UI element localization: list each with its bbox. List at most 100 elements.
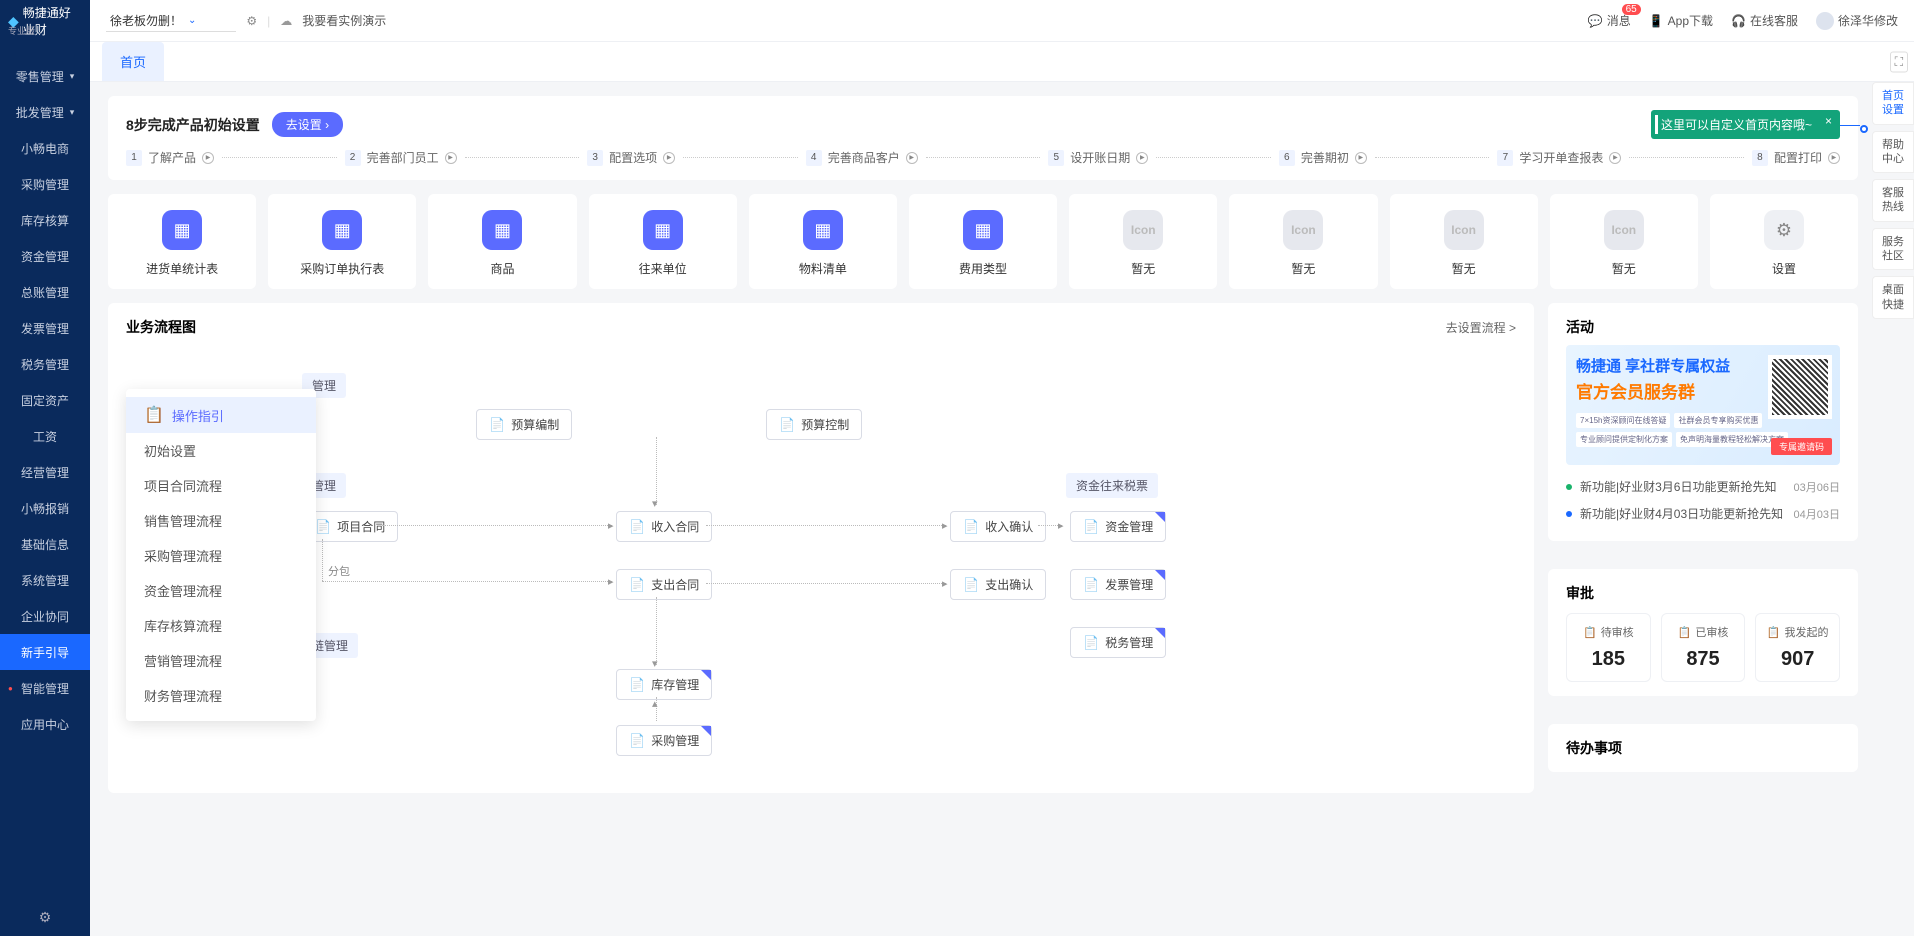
approval-stat[interactable]: 📋已审核875 [1661,613,1746,682]
approval-stat[interactable]: 📋待审核185 [1566,613,1651,682]
setup-step[interactable]: 6完善期初▶ [1279,149,1367,166]
app-download-button[interactable]: 📱 App下载 [1649,12,1713,29]
section-tag: 资金往来税票 [1066,473,1158,498]
sidebar-item[interactable]: 批发管理 [0,94,90,130]
sidebar-item[interactable]: 发票管理 [0,310,90,346]
quick-card[interactable]: ⚙设置 [1710,194,1858,289]
demo-link[interactable]: 我要看实例演示 [302,12,386,29]
sidebar-gear-icon[interactable]: ⚙ [0,909,90,926]
sidebar-item[interactable]: 采购管理 [0,166,90,202]
doc-icon: 📄 [629,577,645,593]
tab-bar: 首页 ⛶ [90,42,1914,82]
quick-card[interactable]: ▦进货单统计表 [108,194,256,289]
doc-icon: 📄 [629,733,645,749]
sidebar-item[interactable]: 小畅电商 [0,130,90,166]
go-setup-button[interactable]: 去设置 › [272,112,343,137]
guide-item[interactable]: 采购管理流程 [126,538,316,573]
doc-icon: 📄 [963,577,979,593]
play-icon: ▶ [1828,152,1840,164]
setup-step[interactable]: 4完善商品客户▶ [806,149,918,166]
sidebar-item[interactable]: 总账管理 [0,274,90,310]
sidebar-item[interactable]: 系统管理 [0,562,90,598]
node-purchase[interactable]: 📄采购管理 [616,725,712,756]
setup-step[interactable]: 5设开账日期▶ [1048,149,1148,166]
node-expense-contract[interactable]: 📄支出合同 [616,569,712,600]
guide-item[interactable]: 库存核算流程 [126,608,316,643]
clipboard-icon: 📋 [1767,626,1781,639]
node-income-confirm[interactable]: 📄收入确认 [950,511,1046,542]
account-name: 徐老板勿删！ [110,12,182,29]
setup-step[interactable]: 3配置选项▶ [587,149,675,166]
sidebar-item[interactable]: 零售管理 [0,58,90,94]
activity-banner[interactable]: 畅捷通 享社群专属权益 官方会员服务群 7×15h资深顾问在线答疑社群会员专享购… [1566,345,1840,465]
placeholder-icon: Icon [1123,210,1163,250]
node-stock[interactable]: 📄库存管理 [616,669,712,700]
news-item[interactable]: 新功能|好业财4月03日功能更新抢先知04月03日 [1566,500,1840,527]
guide-item[interactable]: 初始设置 [126,433,316,468]
node-budget-ctrl[interactable]: 📄预算控制 [766,409,862,440]
node-income-contract[interactable]: 📄收入合同 [616,511,712,542]
node-invoice[interactable]: 📄发票管理 [1070,569,1166,600]
setup-step[interactable]: 8配置打印▶ [1752,149,1840,166]
sidebar-item[interactable]: 经营管理 [0,454,90,490]
sidebar-item[interactable]: 库存核算 [0,202,90,238]
sidebar-item[interactable]: 新手引导 [0,634,90,670]
quick-card[interactable]: Icon暂无 [1390,194,1538,289]
sub-label: 分包 [328,563,350,579]
sidebar-item[interactable]: 税务管理 [0,346,90,382]
play-icon: ▶ [202,152,214,164]
close-icon[interactable]: × [1825,114,1832,128]
quick-card[interactable]: ▦往来单位 [589,194,737,289]
flow-settings-link[interactable]: 去设置流程 > [1446,319,1516,336]
quick-card[interactable]: Icon暂无 [1069,194,1217,289]
quick-card[interactable]: ▦费用类型 [909,194,1057,289]
node-tax[interactable]: 📄税务管理 [1070,627,1166,658]
tab-home[interactable]: 首页 [102,42,164,81]
rail-item[interactable]: 帮助中心 [1872,131,1914,174]
node-project-contract[interactable]: 📄项目合同 [302,511,398,542]
rail-item[interactable]: 桌面快捷 [1872,276,1914,319]
cloud-icon: ☁ [280,14,292,28]
sidebar-item[interactable]: 小畅报销 [0,490,90,526]
guide-item[interactable]: 财务管理流程 [126,678,316,713]
account-selector[interactable]: 徐老板勿删！ ⌄ [106,10,236,32]
online-service-button[interactable]: 🎧 在线客服 [1731,12,1798,29]
node-expense-confirm[interactable]: 📄支出确认 [950,569,1046,600]
expand-icon[interactable]: ⛶ [1890,51,1908,72]
setup-step[interactable]: 2完善部门员工▶ [345,149,457,166]
approval-stat[interactable]: 📋我发起的907 [1755,613,1840,682]
sidebar-item[interactable]: 资金管理 [0,238,90,274]
node-budget-make[interactable]: 📄预算编制 [476,409,572,440]
guide-item[interactable]: 资金管理流程 [126,573,316,608]
rail-item[interactable]: 服务社区 [1872,228,1914,271]
sidebar-item[interactable]: 企业协同 [0,598,90,634]
setup-step[interactable]: 1了解产品▶ [126,149,214,166]
setup-step[interactable]: 7学习开单查报表▶ [1497,149,1621,166]
guide-item-overview[interactable]: 📋 操作指引 [126,397,316,433]
guide-item[interactable]: 项目合同流程 [126,468,316,503]
gear-icon: ⚙ [1764,210,1804,250]
flow-card: 业务流程图 去设置流程 > 📋 操作指引 初始设置项目合同流程销售管理流程采购管… [108,303,1534,793]
rail-item[interactable]: 首页设置 [1872,82,1914,125]
settings-icon[interactable]: ⚙ [246,14,257,28]
news-item[interactable]: 新功能|好业财3月6日功能更新抢先知03月06日 [1566,473,1840,500]
guide-item[interactable]: 销售管理流程 [126,503,316,538]
sidebar-item[interactable]: 基础信息 [0,526,90,562]
sidebar-item[interactable]: 固定资产 [0,382,90,418]
quick-card[interactable]: ▦物料清单 [749,194,897,289]
guide-item[interactable]: 营销管理流程 [126,643,316,678]
sidebar-item[interactable]: 应用中心 [0,706,90,742]
approval-title: 审批 [1566,583,1840,603]
quick-card[interactable]: ▦采购订单执行表 [268,194,416,289]
message-icon: 💬 [1588,14,1603,28]
user-menu[interactable]: 徐泽华修改 [1816,12,1898,30]
quick-card[interactable]: Icon暂无 [1550,194,1698,289]
messages-button[interactable]: 💬 消息 65 [1588,12,1631,29]
sidebar-item[interactable]: 工资 [0,418,90,454]
node-fund[interactable]: 📄资金管理 [1070,511,1166,542]
sidebar-item[interactable]: 智能管理 [0,670,90,706]
rail-item[interactable]: 客服热线 [1872,179,1914,222]
quick-card[interactable]: ▦商品 [428,194,576,289]
avatar-icon [1816,12,1834,30]
quick-card[interactable]: Icon暂无 [1229,194,1377,289]
